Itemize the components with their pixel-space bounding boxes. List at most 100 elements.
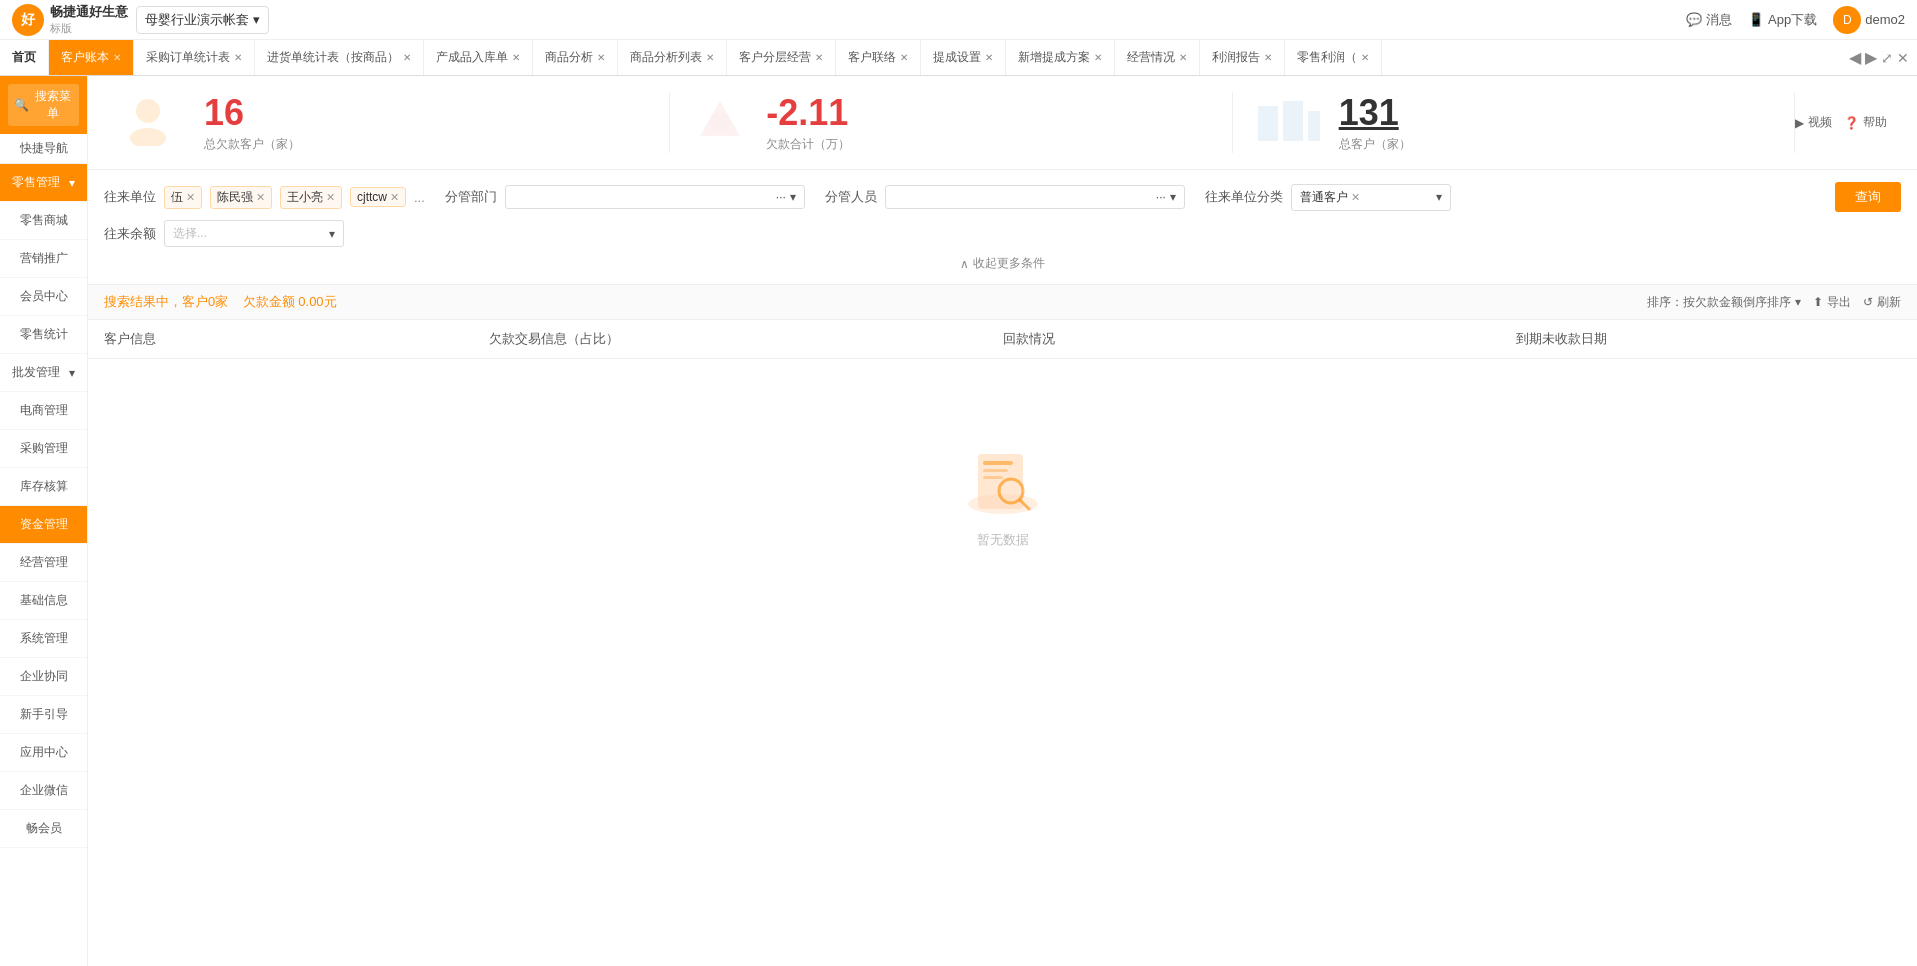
sidebar-inventory-label: 库存核算 [20,479,68,493]
sidebar-item-quick-nav[interactable]: 快捷导航 [0,134,87,164]
sidebar-item-new-guide[interactable]: 新手引导 [0,696,87,734]
tab-customer-tier-close[interactable]: ✕ [815,52,823,63]
tab-goods-list-close[interactable]: ✕ [706,52,714,63]
tab-customer-contact-close[interactable]: ✕ [900,52,908,63]
filter-tag-wu-close[interactable]: ✕ [186,191,195,204]
person-chevron-icon: ▾ [1170,190,1176,204]
col-date: 到期未收款日期 [1516,330,1901,348]
sidebar-item-enterprise-wechat[interactable]: 企业微信 [0,772,87,810]
tab-customer-contact[interactable]: 客户联络 ✕ [836,40,921,75]
sidebar-item-capital[interactable]: 资金管理 [0,506,87,544]
person-select[interactable]: ··· ▾ [885,185,1185,209]
tab-profit-report[interactable]: 利润报告 ✕ [1200,40,1285,75]
tab-profit-report-close[interactable]: ✕ [1264,52,1272,63]
sidebar-item-basic-info[interactable]: 基础信息 [0,582,87,620]
balance-select[interactable]: 选择... ▾ [164,220,344,247]
tab-close-all-icon[interactable]: ✕ [1897,50,1909,66]
tab-home-label: 首页 [12,49,36,66]
dept-label: 分管部门 [445,188,497,206]
filter-row-2: 往来余额 选择... ▾ [104,220,1901,247]
tab-production-label: 产成品入库单 [436,49,508,66]
tab-operations-close[interactable]: ✕ [1179,52,1187,63]
help-label: 帮助 [1863,114,1887,131]
sidebar-item-ecommerce[interactable]: 电商管理 [0,392,87,430]
tab-purchase-stats-close[interactable]: ✕ [234,52,242,63]
user-menu[interactable]: D demo2 [1833,6,1905,34]
tab-promotion-settings-label: 提成设置 [933,49,981,66]
sidebar-item-app-center[interactable]: 应用中心 [0,734,87,772]
tab-next-icon[interactable]: ▶ [1865,48,1877,67]
sidebar-item-wholesale[interactable]: 批发管理 ▾ [0,354,87,392]
workspace-selector[interactable]: 母婴行业演示帐套 ▾ [136,6,269,34]
category-chevron-icon: ▾ [1436,190,1442,204]
filter-row-1: 往来单位 伍 ✕ 陈民强 ✕ 王小亮 ✕ cjttcw ✕ ... [104,182,1901,212]
category-tag: 普通客户 ✕ [1300,189,1360,206]
tab-production-close[interactable]: ✕ [512,52,520,63]
app-download-button[interactable]: 📱 App下载 [1748,11,1817,29]
tab-customer-tier[interactable]: 客户分层经营 ✕ [727,40,836,75]
category-tag-close[interactable]: ✕ [1351,191,1360,204]
tab-new-promotion-close[interactable]: ✕ [1094,52,1102,63]
help-button[interactable]: ❓ 帮助 [1844,114,1887,131]
tab-purchase-list-close[interactable]: ✕ [403,52,411,63]
sidebar-item-enterprise[interactable]: 企业协同 [0,658,87,696]
filter-tag-chen-close[interactable]: ✕ [256,191,265,204]
logo-area: 好 畅捷通好生意 标版 [12,3,128,36]
tab-retail-profit-close[interactable]: ✕ [1361,52,1369,63]
tab-promotion-settings-close[interactable]: ✕ [985,52,993,63]
sidebar-item-inventory[interactable]: 库存核算 [0,468,87,506]
message-button[interactable]: 💬 消息 [1686,11,1732,29]
col-customer-label: 客户信息 [104,331,156,346]
collapse-button[interactable]: ∧ 收起更多条件 [104,255,1901,272]
filter-tag-cj-close[interactable]: ✕ [390,191,399,204]
filter-tag-wang-close[interactable]: ✕ [326,191,335,204]
tab-promotion-settings[interactable]: 提成设置 ✕ [921,40,1006,75]
debt-value: -2.11 [766,92,850,134]
sidebar-item-operations-mgmt[interactable]: 经营管理 [0,544,87,582]
video-button[interactable]: ▶ 视频 [1795,114,1832,131]
category-label: 往来单位分类 [1205,188,1283,206]
refresh-button[interactable]: ↺ 刷新 [1863,294,1901,311]
sidebar-item-member[interactable]: 会员中心 [0,278,87,316]
sidebar-item-retail-mall[interactable]: 零售商城 [0,202,87,240]
result-info: 搜索结果中，客户0家 欠款金额 0.00元 [104,293,337,311]
sidebar-item-retail[interactable]: 零售管理 ▾ [0,164,87,202]
stats-bar: 16 总欠款客户（家） -2.11 欠款合计（万） [88,76,1917,170]
tab-expand-icon[interactable]: ⤢ [1881,50,1893,66]
tab-prev-icon[interactable]: ◀ [1849,48,1861,67]
sidebar-new-guide-label: 新手引导 [20,707,68,721]
sidebar-item-purchase[interactable]: 采购管理 [0,430,87,468]
sidebar-item-marketing[interactable]: 营销推广 [0,240,87,278]
tab-customers[interactable]: 客户账本 ✕ [49,40,134,75]
filter-tag-wu: 伍 ✕ [164,186,202,209]
sidebar: 🔍 搜索菜单 快捷导航 零售管理 ▾ 零售商城 营销推广 会员中心 零售统计 批… [0,76,88,966]
tab-production[interactable]: 产成品入库单 ✕ [424,40,533,75]
person-more-icon: ··· [1156,190,1166,204]
tab-purchase-list[interactable]: 进货单统计表（按商品） ✕ [255,40,424,75]
category-select[interactable]: 普通客户 ✕ ▾ [1291,184,1451,211]
tab-goods-list[interactable]: 商品分析列表 ✕ [618,40,727,75]
debt-label: 欠款合计（万） [766,136,850,153]
tab-operations[interactable]: 经营情况 ✕ [1115,40,1200,75]
tab-new-promotion[interactable]: 新增提成方案 ✕ [1006,40,1115,75]
sidebar-item-vip-member[interactable]: 畅会员 [0,810,87,848]
nav-tabs: 首页 客户账本 ✕ 采购订单统计表 ✕ 进货单统计表（按商品） ✕ 产成品入库单… [0,40,1917,76]
stat-actions: ▶ 视频 ❓ 帮助 [1795,114,1897,131]
tab-home[interactable]: 首页 [0,40,49,75]
tab-retail-profit[interactable]: 零售利润（ ✕ [1285,40,1382,75]
tab-purchase-stats[interactable]: 采购订单统计表 ✕ [134,40,255,75]
tab-goods-analysis[interactable]: 商品分析 ✕ [533,40,618,75]
dept-select[interactable]: ··· ▾ [505,185,805,209]
tab-customers-close[interactable]: ✕ [113,52,121,63]
message-label: 消息 [1706,11,1732,29]
export-button[interactable]: ⬆ 导出 [1813,294,1851,311]
phone-icon: 📱 [1748,12,1764,27]
sidebar-item-system[interactable]: 系统管理 [0,620,87,658]
tab-goods-analysis-close[interactable]: ✕ [597,52,605,63]
sort-select[interactable]: 排序：按欠款金额倒序排序 ▾ [1647,294,1801,311]
sidebar-item-retail-stats[interactable]: 零售统计 [0,316,87,354]
filter-more-tags[interactable]: ... [414,190,425,205]
top-bar-right: 💬 消息 📱 App下载 D demo2 [1686,6,1905,34]
query-button[interactable]: 查询 [1835,182,1901,212]
search-menu-button[interactable]: 🔍 搜索菜单 [8,84,79,126]
